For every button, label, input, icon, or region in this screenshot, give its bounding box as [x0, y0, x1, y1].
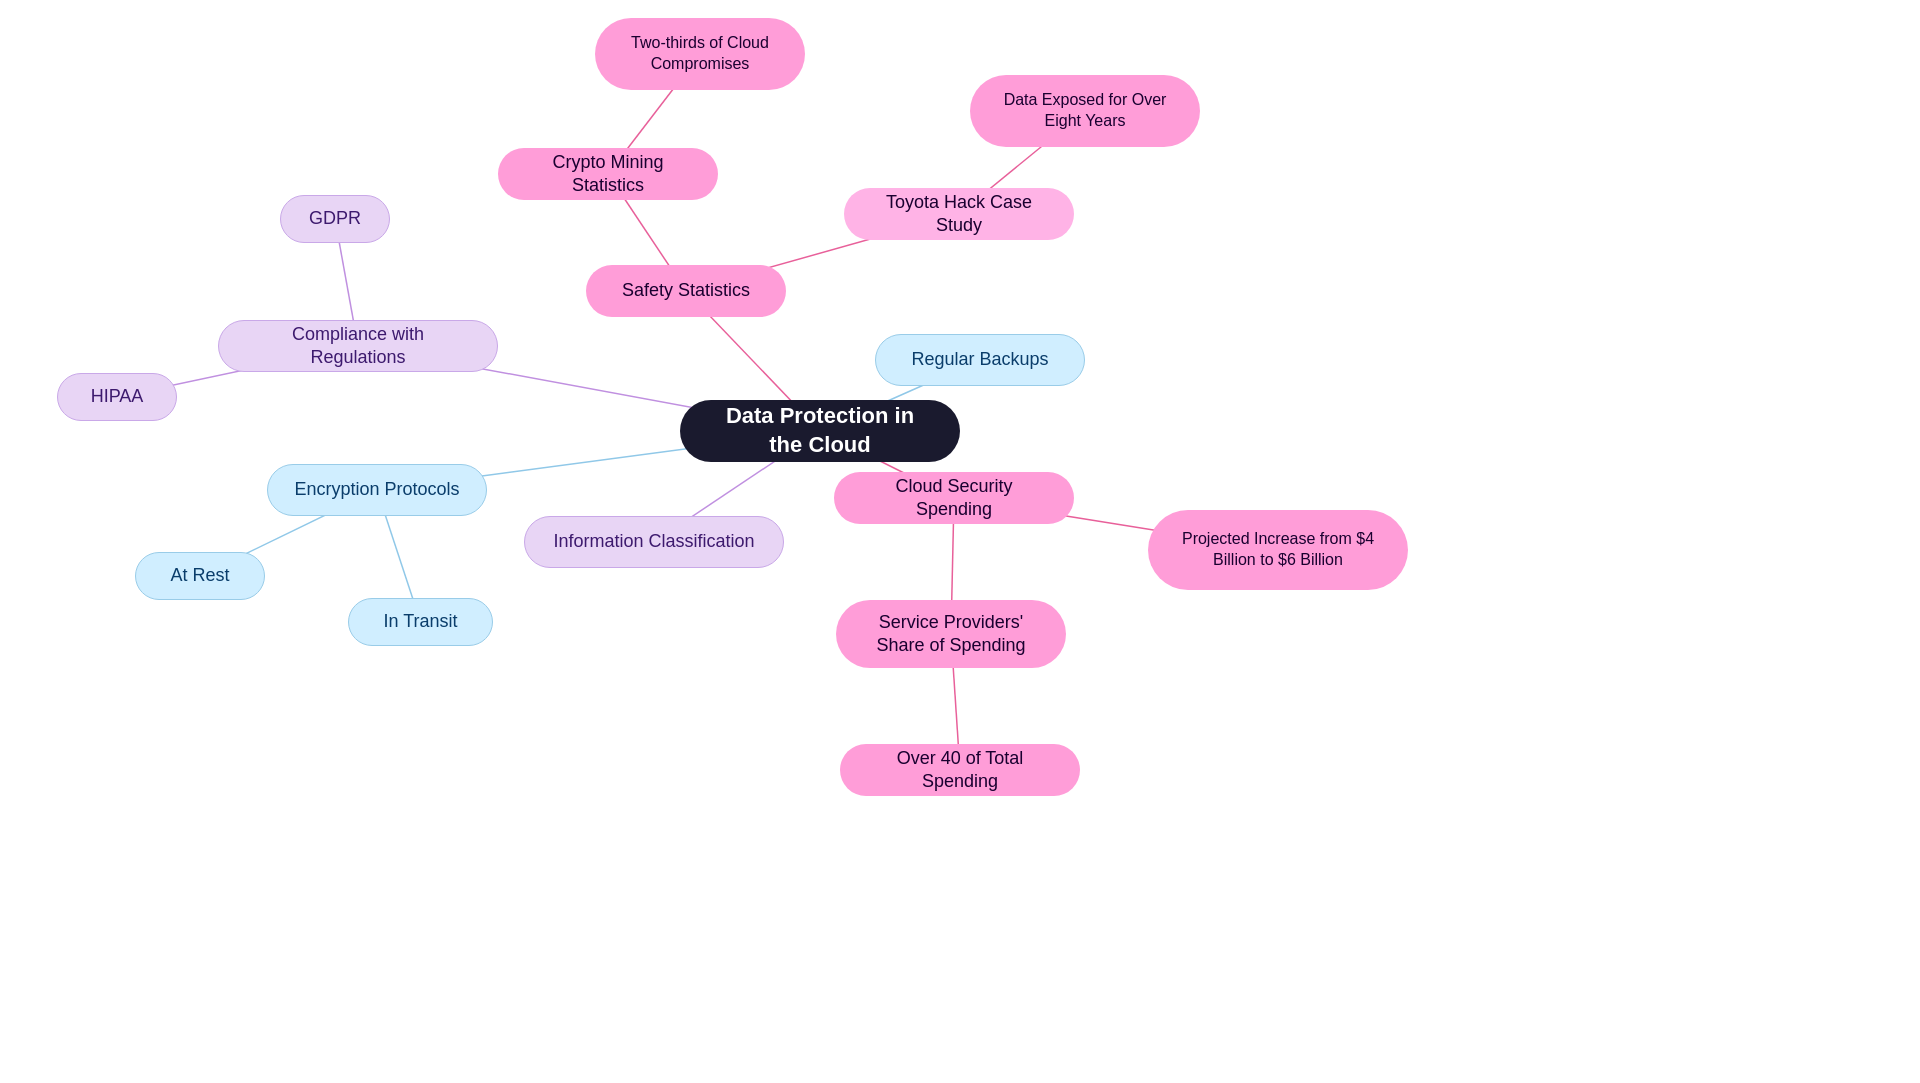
in-transit-node[interactable]: In Transit — [348, 598, 493, 646]
regular-backups-node[interactable]: Regular Backups — [875, 334, 1085, 386]
compliance-node[interactable]: Compliance with Regulations — [218, 320, 498, 372]
cloud-security-spending-node[interactable]: Cloud Security Spending — [834, 472, 1074, 524]
crypto-mining-node[interactable]: Crypto Mining Statistics — [498, 148, 718, 200]
information-classification-node[interactable]: Information Classification — [524, 516, 784, 568]
center-node[interactable]: Data Protection in the Cloud — [680, 400, 960, 462]
data-exposed-node[interactable]: Data Exposed for Over Eight Years — [970, 75, 1200, 147]
toyota-hack-node[interactable]: Toyota Hack Case Study — [844, 188, 1074, 240]
encryption-node[interactable]: Encryption Protocols — [267, 464, 487, 516]
two-thirds-node[interactable]: Two-thirds of Cloud Compromises — [595, 18, 805, 90]
over-40-node[interactable]: Over 40 of Total Spending — [840, 744, 1080, 796]
projected-increase-node[interactable]: Projected Increase from $4 Billion to $6… — [1148, 510, 1408, 590]
at-rest-node[interactable]: At Rest — [135, 552, 265, 600]
safety-stats-node[interactable]: Safety Statistics — [586, 265, 786, 317]
hipaa-node[interactable]: HIPAA — [57, 373, 177, 421]
gdpr-node[interactable]: GDPR — [280, 195, 390, 243]
service-providers-node[interactable]: Service Providers' Share of Spending — [836, 600, 1066, 668]
